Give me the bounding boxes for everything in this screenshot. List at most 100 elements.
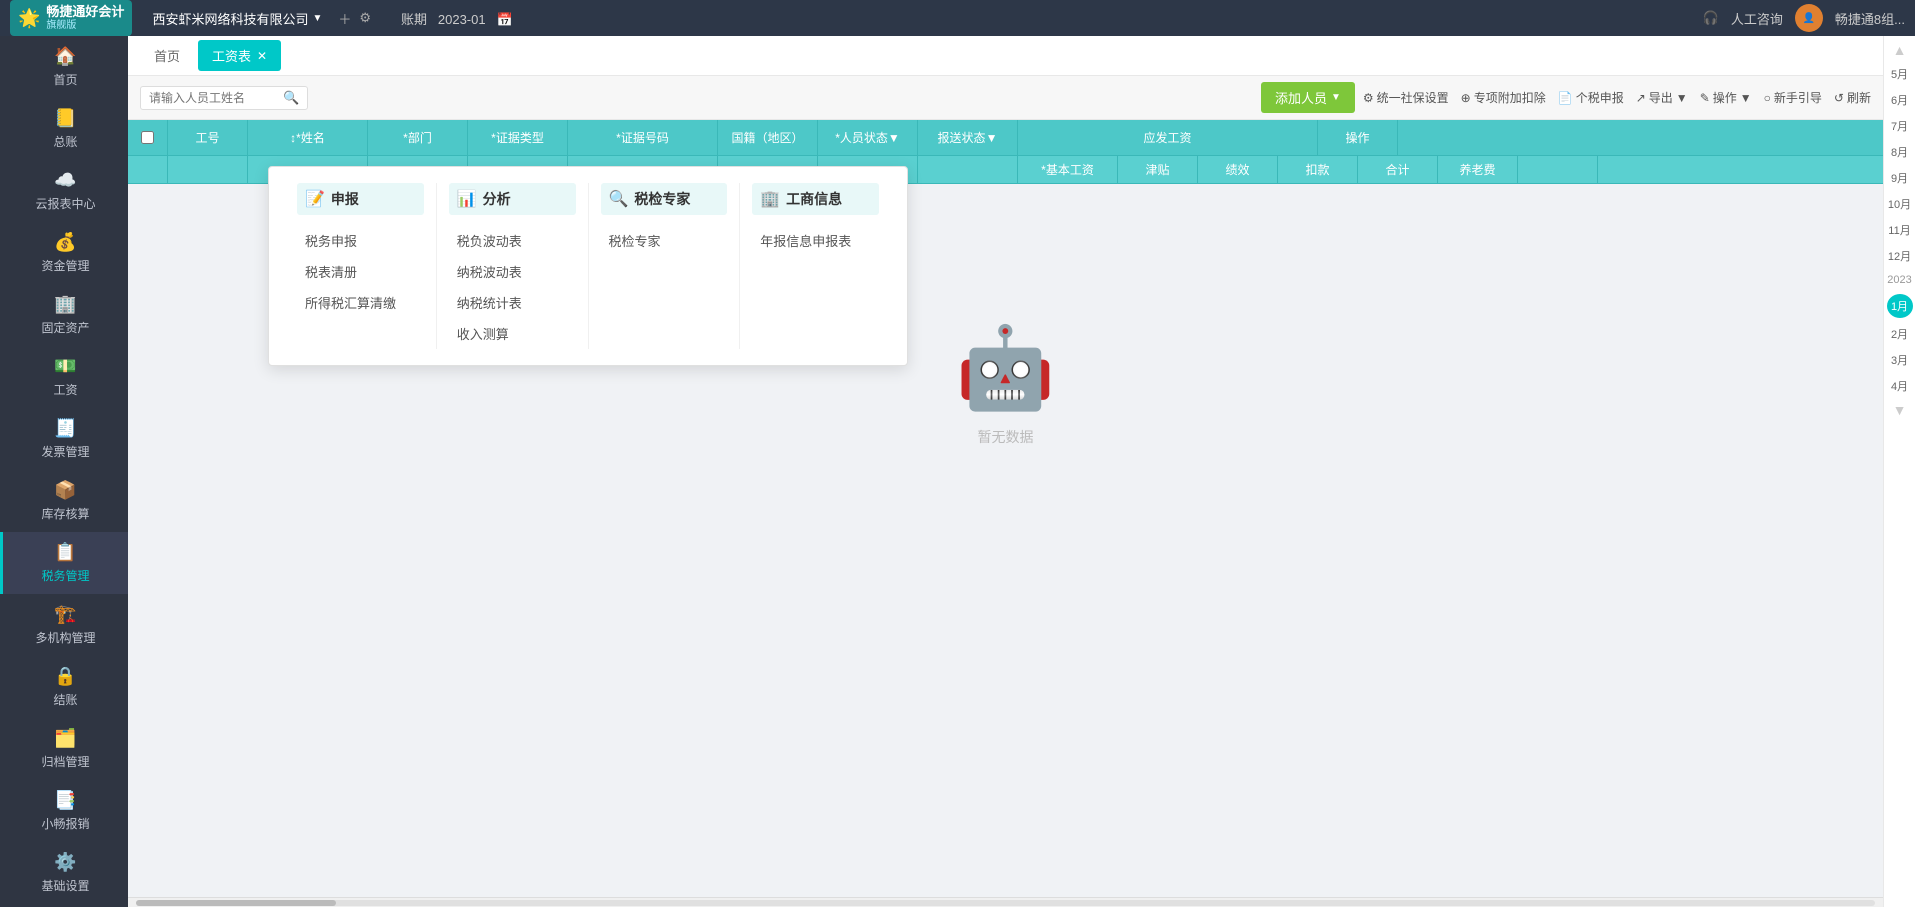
social-insurance-label: 统一社保设置 — [1377, 89, 1449, 106]
add-person-button[interactable]: 添加人员 ▼ — [1261, 82, 1355, 113]
th-id: 工号 — [168, 120, 248, 155]
right-panel-month-5[interactable]: 5月 — [1884, 62, 1915, 86]
select-all-checkbox[interactable] — [141, 131, 154, 144]
sidebar-item-invoice[interactable]: 🧾 发票管理 — [0, 408, 128, 470]
scrollbar-track[interactable] — [136, 900, 1875, 906]
right-panel-month-11[interactable]: 11月 — [1884, 218, 1915, 242]
sidebar-item-archive[interactable]: 🗂️ 归档管理 — [0, 718, 128, 780]
th-status-filter-icon[interactable]: ▼ — [888, 131, 900, 145]
empty-text: 暂无数据 — [978, 427, 1034, 447]
dropdown-item-tax-table[interactable]: 税表清册 — [297, 256, 424, 287]
sidebar-item-ledger[interactable]: 📒 总账 — [0, 98, 128, 160]
right-panel-month-12[interactable]: 12月 — [1884, 244, 1915, 268]
sidebar-item-fixed-asset[interactable]: 🏢 固定资产 — [0, 284, 128, 346]
right-panel-month-10[interactable]: 10月 — [1884, 192, 1915, 216]
dropdown-section-tax-expert: 🔍 税检专家 税检专家 — [589, 183, 741, 349]
settings-icon[interactable]: ⚙ — [359, 10, 371, 26]
sidebar-label-home: 首页 — [53, 71, 77, 88]
right-panel-down-arrow[interactable]: ▼ — [1891, 400, 1909, 420]
horizontal-scrollbar[interactable] — [128, 897, 1883, 907]
export-icon: ↗ — [1636, 91, 1646, 105]
dropdown-item-income-tax[interactable]: 所得税汇算清缴 — [297, 287, 424, 318]
tab-home[interactable]: 首页 — [140, 40, 194, 71]
tab-salary-table[interactable]: 工资表 ✕ — [198, 40, 281, 71]
th-send-status-label: 报送状态 — [938, 129, 986, 146]
right-panel-month-3[interactable]: 3月 — [1884, 348, 1915, 372]
business-info-title-label: 工商信息 — [786, 189, 842, 209]
right-panel-month-9[interactable]: 9月 — [1884, 166, 1915, 190]
logo-text: 畅捷通好会计 旗舰版 — [46, 4, 124, 32]
dropdown-item-income-calc[interactable]: 收入测算 — [449, 318, 576, 349]
refresh-btn[interactable]: ↺ 刷新 — [1834, 89, 1871, 106]
add-icon[interactable]: ＋ — [338, 9, 351, 28]
sidebar-label-salary: 工资 — [53, 381, 77, 398]
th-allowance: 津贴 — [1118, 156, 1198, 183]
empty-icon: 🤖 — [956, 321, 1056, 415]
username[interactable]: 畅捷通8组... — [1835, 9, 1905, 28]
special-deduction-btn[interactable]: ⊕ 专项附加扣除 — [1461, 89, 1546, 106]
sidebar: 🏠 首页 📒 总账 ☁️ 云报表中心 💰 资金管理 🏢 固定资产 💵 工资 🧾 … — [0, 36, 128, 907]
search-input[interactable] — [149, 91, 279, 105]
topbar: 🌟 畅捷通好会计 旗舰版 西安虾米网络科技有限公司 ▼ ＋ ⚙ 账期 2023-… — [0, 0, 1915, 36]
company-name: 西安虾米网络科技有限公司 — [152, 9, 308, 28]
sidebar-item-multi-org[interactable]: 🏗️ 多机构管理 — [0, 594, 128, 656]
th-check[interactable] — [128, 120, 168, 155]
th-name-label: *姓名 — [296, 129, 325, 146]
th-status-label: *人员状态 — [835, 129, 888, 146]
right-panel-month-6[interactable]: 6月 — [1884, 88, 1915, 112]
export-label: 导出 — [1649, 89, 1673, 106]
sidebar-item-report[interactable]: 📑 小畅报销 — [0, 780, 128, 842]
th-send-status-filter-icon[interactable]: ▼ — [986, 131, 998, 145]
calendar-icon[interactable]: 📅 — [496, 12, 512, 27]
sidebar-label-settings: 基础设置 — [41, 877, 89, 894]
avatar[interactable]: 👤 — [1795, 4, 1823, 32]
scrollbar-thumb[interactable] — [136, 900, 336, 906]
right-panel-month-1-active[interactable]: 1月 — [1887, 294, 1913, 318]
sidebar-item-salary[interactable]: 💵 工资 — [0, 346, 128, 408]
dropdown-item-annual-report[interactable]: 年报信息申报表 — [752, 225, 879, 256]
th-deduct: 扣款 — [1278, 156, 1358, 183]
special-deduction-icon: ⊕ — [1461, 91, 1471, 105]
social-insurance-btn[interactable]: ⚙ 统一社保设置 — [1363, 89, 1449, 106]
business-info-icon: 🏢 — [760, 189, 780, 209]
tax-expert-icon: 🔍 — [609, 189, 629, 209]
dropdown-item-tax-wave[interactable]: 税负波动表 — [449, 225, 576, 256]
dropdown-item-pay-wave[interactable]: 纳税波动表 — [449, 256, 576, 287]
right-panel-month-4[interactable]: 4月 — [1884, 374, 1915, 398]
sidebar-item-fund[interactable]: 💰 资金管理 — [0, 222, 128, 284]
th-dept: *部门 — [368, 120, 468, 155]
right-panel-up-arrow[interactable]: ▲ — [1891, 40, 1909, 60]
search-box[interactable]: 🔍 — [140, 86, 308, 110]
service-label[interactable]: 人工咨询 — [1731, 9, 1783, 28]
right-panel-month-8[interactable]: 8月 — [1884, 140, 1915, 164]
th-region-label: 国籍（地区） — [731, 129, 803, 146]
operation-btn[interactable]: ✎ 操作 ▼ — [1700, 89, 1752, 106]
personal-tax-btn[interactable]: 📄 个税申报 — [1558, 89, 1624, 106]
export-btn[interactable]: ↗ 导出 ▼ — [1636, 89, 1688, 106]
refresh-icon: ↺ — [1834, 91, 1844, 105]
sidebar-item-close[interactable]: 🔒 结账 — [0, 656, 128, 718]
guide-btn[interactable]: ○ 新手引导 — [1764, 89, 1822, 106]
table-header-row1: 工号 ↕ *姓名 *部门 *证据类型 *证据号码 国籍（地区） — [128, 120, 1883, 156]
dropdown-item-tax-declare[interactable]: 税务申报 — [297, 225, 424, 256]
dropdown-item-tax-expert[interactable]: 税检专家 — [601, 225, 728, 256]
dropdown-item-pay-stats[interactable]: 纳税统计表 — [449, 287, 576, 318]
sidebar-item-cloud-report[interactable]: ☁️ 云报表中心 — [0, 160, 128, 222]
dropdown-section-declaration: 📝 申报 税务申报 税表清册 所得税汇算清缴 — [285, 183, 437, 349]
home-icon: 🏠 — [54, 46, 76, 67]
sidebar-item-settings[interactable]: ⚙️ 基础设置 — [0, 842, 128, 904]
personal-tax-label: 个税申报 — [1576, 89, 1624, 106]
tab-close-icon[interactable]: ✕ — [257, 49, 267, 63]
sidebar-item-home[interactable]: 🏠 首页 — [0, 36, 128, 98]
tabbar: 首页 工资表 ✕ — [128, 36, 1883, 76]
fund-icon: 💰 — [54, 232, 76, 253]
right-panel-month-7[interactable]: 7月 — [1884, 114, 1915, 138]
sidebar-label-invoice: 发票管理 — [41, 443, 89, 460]
company-selector[interactable]: 西安虾米网络科技有限公司 ▼ — [152, 9, 322, 28]
sidebar-item-inventory[interactable]: 📦 库存核算 — [0, 470, 128, 532]
app-name: 畅捷通好会计 — [46, 4, 124, 20]
sidebar-item-tax[interactable]: 📋 税务管理 — [0, 532, 128, 594]
right-panel-month-2[interactable]: 2月 — [1884, 322, 1915, 346]
main-layout: 🏠 首页 📒 总账 ☁️ 云报表中心 💰 资金管理 🏢 固定资产 💵 工资 🧾 … — [0, 36, 1915, 907]
th-id-label: 工号 — [195, 129, 219, 146]
